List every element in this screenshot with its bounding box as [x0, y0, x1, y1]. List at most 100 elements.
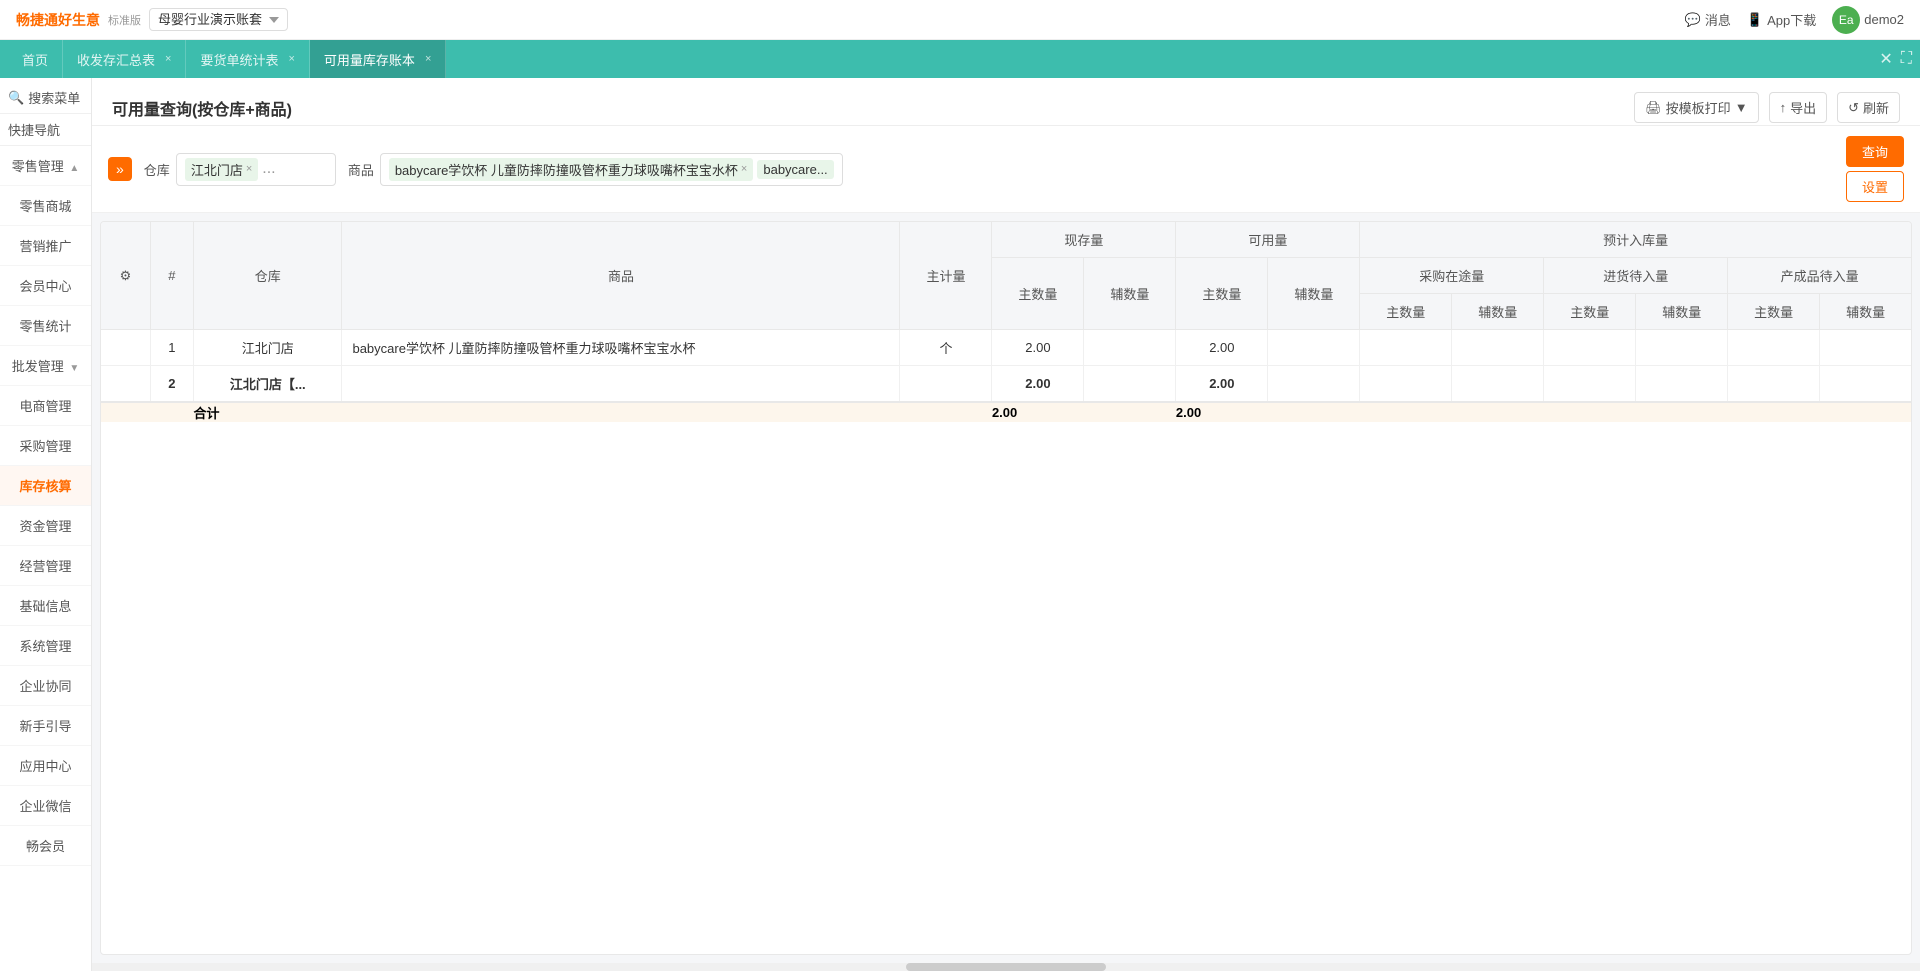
- sidebar-item-basic-info[interactable]: 基础信息: [0, 586, 91, 626]
- sidebar-item-inventory[interactable]: 库存核算: [0, 466, 91, 506]
- sidebar-item-member[interactable]: 会员中心: [0, 266, 91, 306]
- logo: 畅捷通好生意: [16, 10, 100, 30]
- top-bar-left: 畅捷通好生意 标准版 母婴行业演示账套: [16, 8, 288, 31]
- filter-actions: 查询 设置: [1846, 136, 1904, 202]
- refresh-btn[interactable]: ↺ 刷新: [1837, 92, 1900, 123]
- export-icon: ↑: [1780, 100, 1787, 115]
- product-filter-group: 商品 babycare学饮杯 儿童防摔防撞吸管杯重力球吸嘴杯宝宝水杯 × bab…: [348, 153, 843, 186]
- row1-available-main: 2.00: [1176, 330, 1268, 366]
- summary-stock-aux: [1084, 402, 1176, 422]
- sidebar-item-system[interactable]: 系统管理: [0, 626, 91, 666]
- tab-close-all-btn[interactable]: ✕: [1879, 49, 1892, 69]
- row2-unit: [900, 366, 992, 403]
- row2-production-aux: [1820, 366, 1911, 403]
- th-purchase-main: 主数量: [1360, 294, 1452, 330]
- scrollbar-track[interactable]: [92, 963, 1920, 971]
- th-purchase-transit: 采购在途量: [1360, 258, 1544, 294]
- tab-available-label: 可用量库存账本: [324, 50, 415, 69]
- tab-demand[interactable]: 要货单统计表 ×: [186, 40, 309, 78]
- th-forecast-group: 预计入库量: [1360, 222, 1911, 258]
- warehouse-filter-group: 仓库 江北门店 × ...: [144, 153, 336, 186]
- sidebar-item-retail-stats[interactable]: 零售统计: [0, 306, 91, 346]
- summary-available-main: 2.00: [1176, 402, 1268, 422]
- th-stock-aux: 辅数量: [1084, 258, 1176, 330]
- sidebar-item-vip[interactable]: 畅会员: [0, 826, 91, 866]
- sidebar-item-operations[interactable]: 经营管理: [0, 546, 91, 586]
- header-actions: 🖨 按模板打印 ▼ ↑ 导出 ↺ 刷新: [1634, 92, 1900, 123]
- summary-production-main: [1728, 402, 1820, 422]
- export-btn[interactable]: ↑ 导出: [1769, 92, 1828, 123]
- th-gear[interactable]: ⚙: [101, 222, 150, 330]
- export-label: 导出: [1790, 98, 1816, 117]
- product-tag-1: babycare学饮杯 儿童防摔防撞吸管杯重力球吸嘴杯宝宝水杯 ×: [389, 158, 754, 181]
- row2-stock-main: 2.00: [992, 366, 1084, 403]
- warehouse-tag-remove[interactable]: ×: [246, 163, 252, 175]
- summary-incoming-aux: [1636, 402, 1728, 422]
- summary-incoming-main: [1544, 402, 1636, 422]
- tab-demand-close[interactable]: ×: [288, 53, 294, 65]
- row1-warehouse: 江北门店: [194, 330, 342, 366]
- sidebar: 🔍 搜索菜单 快捷导航 零售管理 ▲ 零售商城 营销推广 会员中心 零售统计 批…: [0, 78, 92, 971]
- tab-expand-btn[interactable]: ⛶: [1901, 50, 1912, 68]
- warehouse-tag-jiangbei: 江北门店 ×: [185, 158, 258, 181]
- account-dropdown[interactable]: 母婴行业演示账套: [149, 8, 288, 31]
- row1-purchase-main: [1360, 330, 1452, 366]
- product-tag-input[interactable]: babycare学饮杯 儿童防摔防撞吸管杯重力球吸嘴杯宝宝水杯 × babyca…: [380, 153, 843, 186]
- gear-icon: ⚙: [120, 268, 132, 283]
- row2-product: [342, 366, 900, 403]
- setting-btn[interactable]: 设置: [1846, 171, 1904, 202]
- sidebar-item-purchase[interactable]: 采购管理: [0, 426, 91, 466]
- sidebar-item-finance[interactable]: 资金管理: [0, 506, 91, 546]
- sidebar-item-guide[interactable]: 新手引导: [0, 706, 91, 746]
- row1-purchase-aux: [1452, 330, 1544, 366]
- sidebar-item-retail-mall[interactable]: 零售商城: [0, 186, 91, 226]
- filter-bar: » 仓库 江北门店 × ... 商品 babycare学饮杯 儿童防摔防撞吸管杯…: [92, 126, 1920, 213]
- search-icon: 🔍: [8, 90, 24, 106]
- th-production-main: 主数量: [1728, 294, 1820, 330]
- query-btn[interactable]: 查询: [1846, 136, 1904, 167]
- refresh-label: 刷新: [1863, 98, 1889, 117]
- main-layout: 🔍 搜索菜单 快捷导航 零售管理 ▲ 零售商城 营销推广 会员中心 零售统计 批…: [0, 78, 1920, 971]
- message-btn[interactable]: 💬 消息: [1685, 10, 1731, 29]
- sidebar-item-retail-mgmt[interactable]: 零售管理 ▲: [0, 146, 91, 186]
- phone-icon: 📱: [1747, 12, 1763, 28]
- print-btn[interactable]: 🖨 按模板打印 ▼: [1634, 92, 1758, 123]
- tab-inout-close[interactable]: ×: [165, 53, 171, 65]
- sidebar-item-enterprise[interactable]: 企业协同: [0, 666, 91, 706]
- sidebar-item-wechat-work[interactable]: 企业微信: [0, 786, 91, 826]
- print-label: 按模板打印: [1666, 98, 1731, 117]
- scrollbar-thumb[interactable]: [906, 963, 1106, 971]
- filter-toggle-btn[interactable]: »: [108, 157, 132, 181]
- warehouse-more-btn[interactable]: ...: [262, 160, 275, 178]
- print-icon: 🖨: [1645, 100, 1662, 116]
- row2-seq: 2: [150, 366, 193, 403]
- product-tag-1-remove[interactable]: ×: [741, 163, 747, 175]
- th-incoming-main: 主数量: [1544, 294, 1636, 330]
- summary-purchase-aux: [1452, 402, 1544, 422]
- user-btn[interactable]: Ea demo2: [1832, 6, 1904, 34]
- row1-stock-aux: [1084, 330, 1176, 366]
- warehouse-tag-input[interactable]: 江北门店 × ...: [176, 153, 336, 186]
- th-available-aux: 辅数量: [1268, 258, 1360, 330]
- row2-gear: [101, 366, 150, 403]
- tab-available-close[interactable]: ×: [425, 53, 431, 65]
- sidebar-item-marketing[interactable]: 营销推广: [0, 226, 91, 266]
- sidebar-quicknav[interactable]: 快捷导航: [0, 114, 91, 146]
- sidebar-item-app-center[interactable]: 应用中心: [0, 746, 91, 786]
- summary-label: 合计: [194, 402, 342, 422]
- row2-purchase-main: [1360, 366, 1452, 403]
- row1-seq: 1: [150, 330, 193, 366]
- table-wrapper: ⚙ # 仓库 商品 主计量 现存量 可用量 预计入库量 主数量 辅数量 主数量 …: [100, 221, 1912, 955]
- sidebar-item-ecommerce[interactable]: 电商管理: [0, 386, 91, 426]
- sidebar-item-wholesale[interactable]: 批发管理 ▼: [0, 346, 91, 386]
- tab-available[interactable]: 可用量库存账本 ×: [310, 40, 446, 78]
- app-download-btn[interactable]: 📱 App下载: [1747, 10, 1816, 29]
- row1-unit: 个: [900, 330, 992, 366]
- sidebar-search[interactable]: 🔍 搜索菜单: [0, 78, 91, 114]
- summary-available-aux: [1268, 402, 1360, 422]
- th-main-unit: 主计量: [900, 222, 992, 330]
- tab-home[interactable]: 首页: [8, 40, 63, 78]
- nav-tabs-right: ✕ ⛶: [1879, 49, 1912, 69]
- tab-inout[interactable]: 收发存汇总表 ×: [63, 40, 186, 78]
- content-area: 可用量查询(按仓库+商品) 🖨 按模板打印 ▼ ↑ 导出 ↺ 刷新 »: [92, 78, 1920, 971]
